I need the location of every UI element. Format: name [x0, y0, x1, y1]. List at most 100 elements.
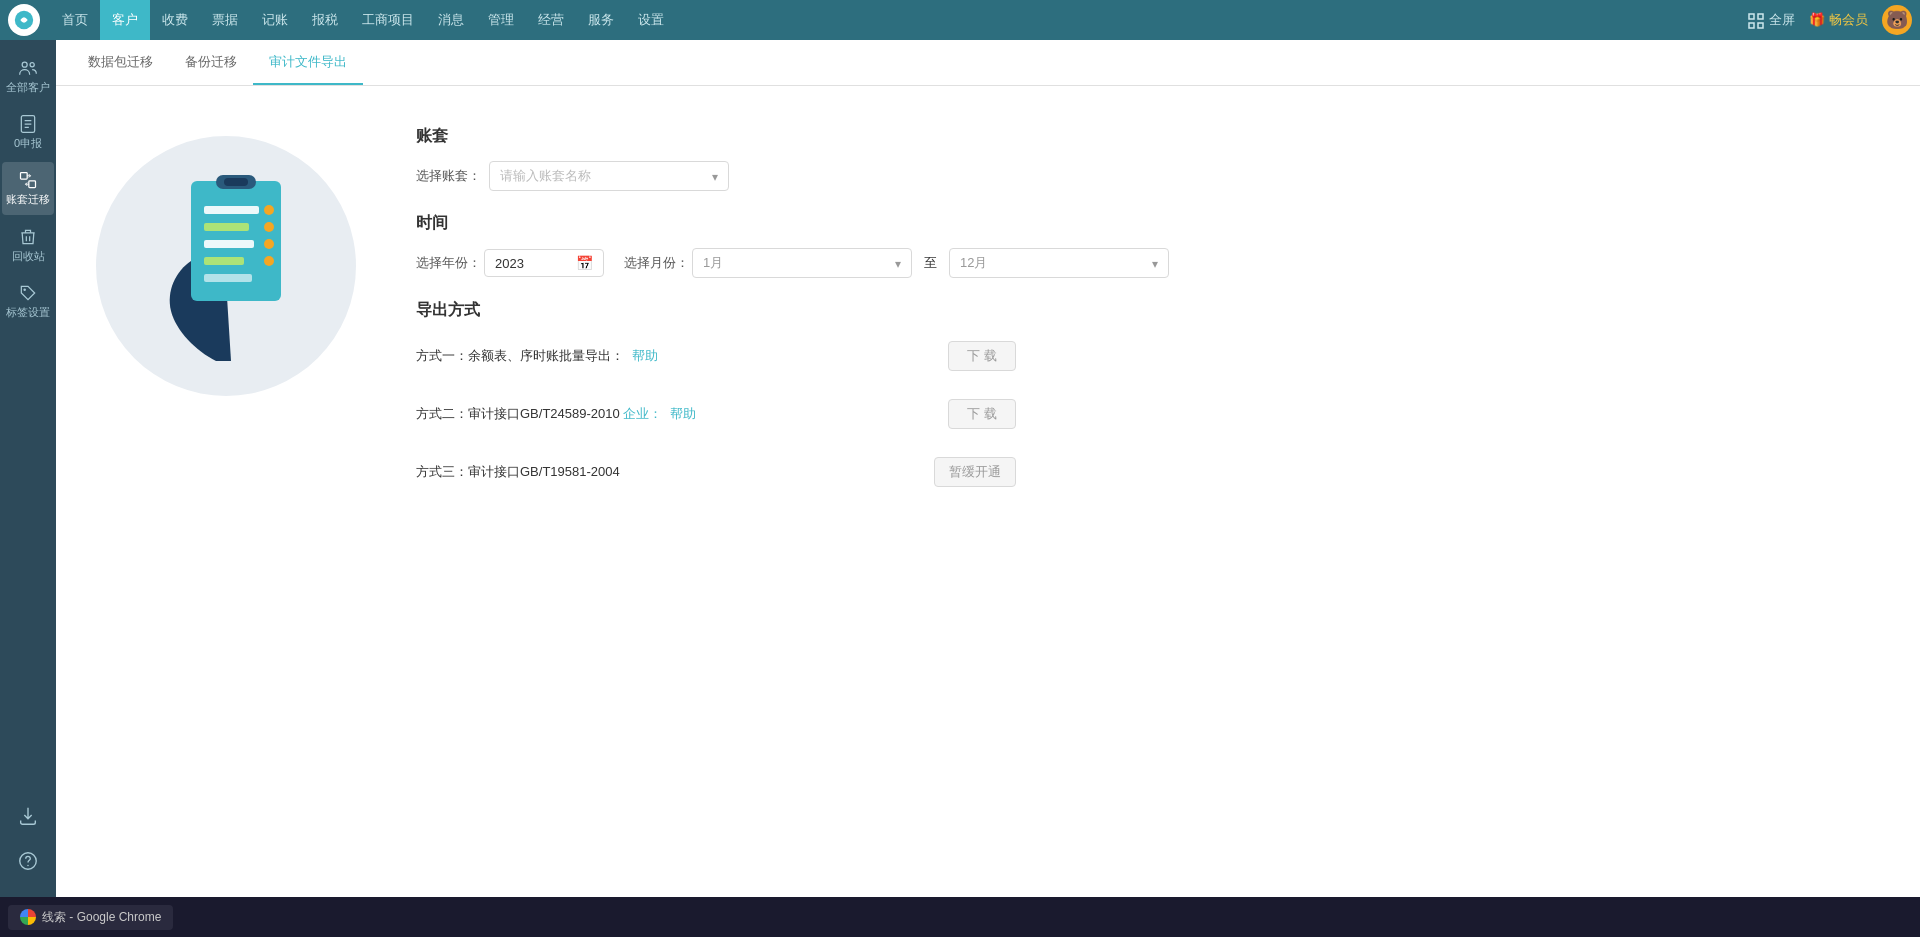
export-section-title: 导出方式: [416, 300, 1016, 321]
sidebar-label-tag-settings: 标签设置: [6, 306, 50, 319]
sidebar-item-recycle[interactable]: 回收站: [2, 219, 54, 271]
svg-rect-8: [21, 173, 28, 180]
top-nav-right: 全屏 🎁 畅会员 🐻: [1748, 5, 1912, 35]
year-value: 2023: [495, 256, 524, 271]
time-section-title: 时间: [416, 213, 1016, 234]
tag-icon: [18, 283, 38, 303]
year-select-label: 选择年份：: [416, 254, 476, 272]
sidebar: 全部客户 0申报 账套迁移 回收站: [0, 40, 56, 897]
method-2-download-button[interactable]: 下 载: [948, 399, 1016, 429]
sidebar-item-all-clients[interactable]: 全部客户: [2, 50, 54, 102]
method-1-download-button[interactable]: 下 载: [948, 341, 1016, 371]
svg-rect-3: [1749, 23, 1754, 28]
taskbar-chrome-label: 线索 - Google Chrome: [42, 909, 161, 926]
sidebar-item-zero-report[interactable]: 0申报: [2, 106, 54, 158]
month-end-chevron-icon: [1152, 256, 1158, 271]
sidebar-label-zero-report: 0申报: [14, 137, 42, 150]
nav-bookkeeping[interactable]: 记账: [250, 0, 300, 40]
method-2-help-link[interactable]: 帮助: [670, 406, 696, 421]
svg-rect-18: [204, 274, 252, 282]
nav-management[interactable]: 管理: [476, 0, 526, 40]
month-start-value: 1月: [703, 254, 723, 272]
sidebar-item-tag-settings[interactable]: 标签设置: [2, 275, 54, 327]
illustration: [96, 136, 356, 396]
tab-backup-migration[interactable]: 备份迁移: [169, 40, 253, 85]
chrome-icon: [20, 909, 36, 925]
method-1-help-link[interactable]: 帮助: [632, 348, 658, 363]
nav-home[interactable]: 首页: [50, 0, 100, 40]
svg-rect-15: [204, 223, 249, 231]
account-chevron-icon: [712, 169, 718, 184]
tabs-row: 数据包迁移 备份迁移 审计文件导出: [56, 40, 1920, 86]
download-icon-button[interactable]: [11, 799, 45, 836]
sidebar-bottom: [11, 799, 45, 897]
svg-rect-4: [1758, 23, 1763, 28]
month-end-value: 12月: [960, 254, 987, 272]
to-label: 至: [924, 254, 937, 272]
svg-rect-14: [204, 206, 259, 214]
nav-tax[interactable]: 报税: [300, 0, 350, 40]
svg-rect-17: [204, 257, 244, 265]
svg-point-6: [30, 63, 34, 67]
export-method-1-row: 方式一：余额表、序时账批量导出： 帮助 下 载: [416, 335, 1016, 377]
illustration-svg: [136, 161, 316, 371]
svg-point-12: [27, 865, 28, 866]
svg-point-19: [264, 205, 274, 215]
nav-business[interactable]: 工商项目: [350, 0, 426, 40]
help-icon: [17, 850, 39, 872]
user-avatar[interactable]: 🐻: [1882, 5, 1912, 35]
svg-rect-2: [1758, 14, 1763, 19]
method-3-unlock-button[interactable]: 暂缓开通: [934, 457, 1016, 487]
trash-icon: [18, 227, 38, 247]
nav-message[interactable]: 消息: [426, 0, 476, 40]
svg-point-22: [264, 256, 274, 266]
content-area: 数据包迁移 备份迁移 审计文件导出: [56, 40, 1920, 897]
sidebar-item-account-migration[interactable]: 账套迁移: [2, 162, 54, 214]
year-input[interactable]: 2023 📅: [484, 249, 604, 277]
export-method-3-row: 方式三：审计接口GB/T19581-2004 暂缓开通: [416, 451, 1016, 493]
main-layout: 全部客户 0申报 账套迁移 回收站: [0, 40, 1920, 897]
nav-invoice[interactable]: 票据: [200, 0, 250, 40]
tab-data-migration[interactable]: 数据包迁移: [72, 40, 169, 85]
nav-settings[interactable]: 设置: [626, 0, 676, 40]
account-select-row: 选择账套： 请输入账套名称: [416, 161, 1016, 191]
help-icon-button[interactable]: [11, 844, 45, 881]
month-start-chevron-icon: [895, 256, 901, 271]
people-icon: [18, 58, 38, 78]
fullscreen-button[interactable]: 全屏: [1748, 11, 1796, 29]
app-logo[interactable]: [8, 4, 40, 36]
tab-audit-export[interactable]: 审计文件导出: [253, 40, 363, 85]
svg-rect-16: [204, 240, 254, 248]
top-nav-items: 首页 客户 收费 票据 记账 报税 工商项目 消息 管理 经营 服务 设置: [50, 0, 1748, 40]
taskbar-chrome[interactable]: 线索 - Google Chrome: [8, 905, 173, 930]
nav-service[interactable]: 服务: [576, 0, 626, 40]
nav-billing[interactable]: 收费: [150, 0, 200, 40]
month-select-label: 选择月份：: [624, 254, 684, 272]
month-end-select[interactable]: 12月: [949, 248, 1169, 278]
calendar-icon: 📅: [576, 255, 593, 271]
migrate-icon: [18, 170, 38, 190]
method-2-company-label: 企业：: [623, 406, 662, 421]
svg-rect-9: [29, 181, 36, 188]
sidebar-label-account-migration: 账套迁移: [6, 193, 50, 206]
account-select-label: 选择账套：: [416, 167, 481, 185]
member-button[interactable]: 🎁 畅会员: [1809, 11, 1868, 29]
export-method-2-label: 方式二：审计接口GB/T24589-2010 企业： 帮助: [416, 405, 696, 423]
svg-point-21: [264, 239, 274, 249]
export-method-1-label: 方式一：余额表、序时账批量导出： 帮助: [416, 347, 658, 365]
export-method-3-label: 方式三：审计接口GB/T19581-2004: [416, 463, 620, 481]
month-start-select[interactable]: 1月: [692, 248, 912, 278]
taskbar: 线索 - Google Chrome: [0, 897, 1920, 937]
account-select[interactable]: 请输入账套名称: [489, 161, 729, 191]
export-method-2-row: 方式二：审计接口GB/T24589-2010 企业： 帮助 下 载: [416, 393, 1016, 435]
top-nav: 首页 客户 收费 票据 记账 报税 工商项目 消息 管理 经营 服务 设置 全屏…: [0, 0, 1920, 40]
sidebar-label-all-clients: 全部客户: [6, 81, 50, 94]
file-icon: [18, 114, 38, 134]
nav-clients[interactable]: 客户: [100, 0, 150, 40]
time-select-row: 选择年份： 2023 📅 选择月份： 1月 至 12月: [416, 248, 1016, 278]
svg-point-20: [264, 222, 274, 232]
svg-point-5: [22, 62, 27, 67]
nav-operations[interactable]: 经营: [526, 0, 576, 40]
svg-point-10: [23, 288, 26, 291]
form-area: 账套 选择账套： 请输入账套名称 时间 选择年份： 2023 📅: [416, 116, 1016, 509]
